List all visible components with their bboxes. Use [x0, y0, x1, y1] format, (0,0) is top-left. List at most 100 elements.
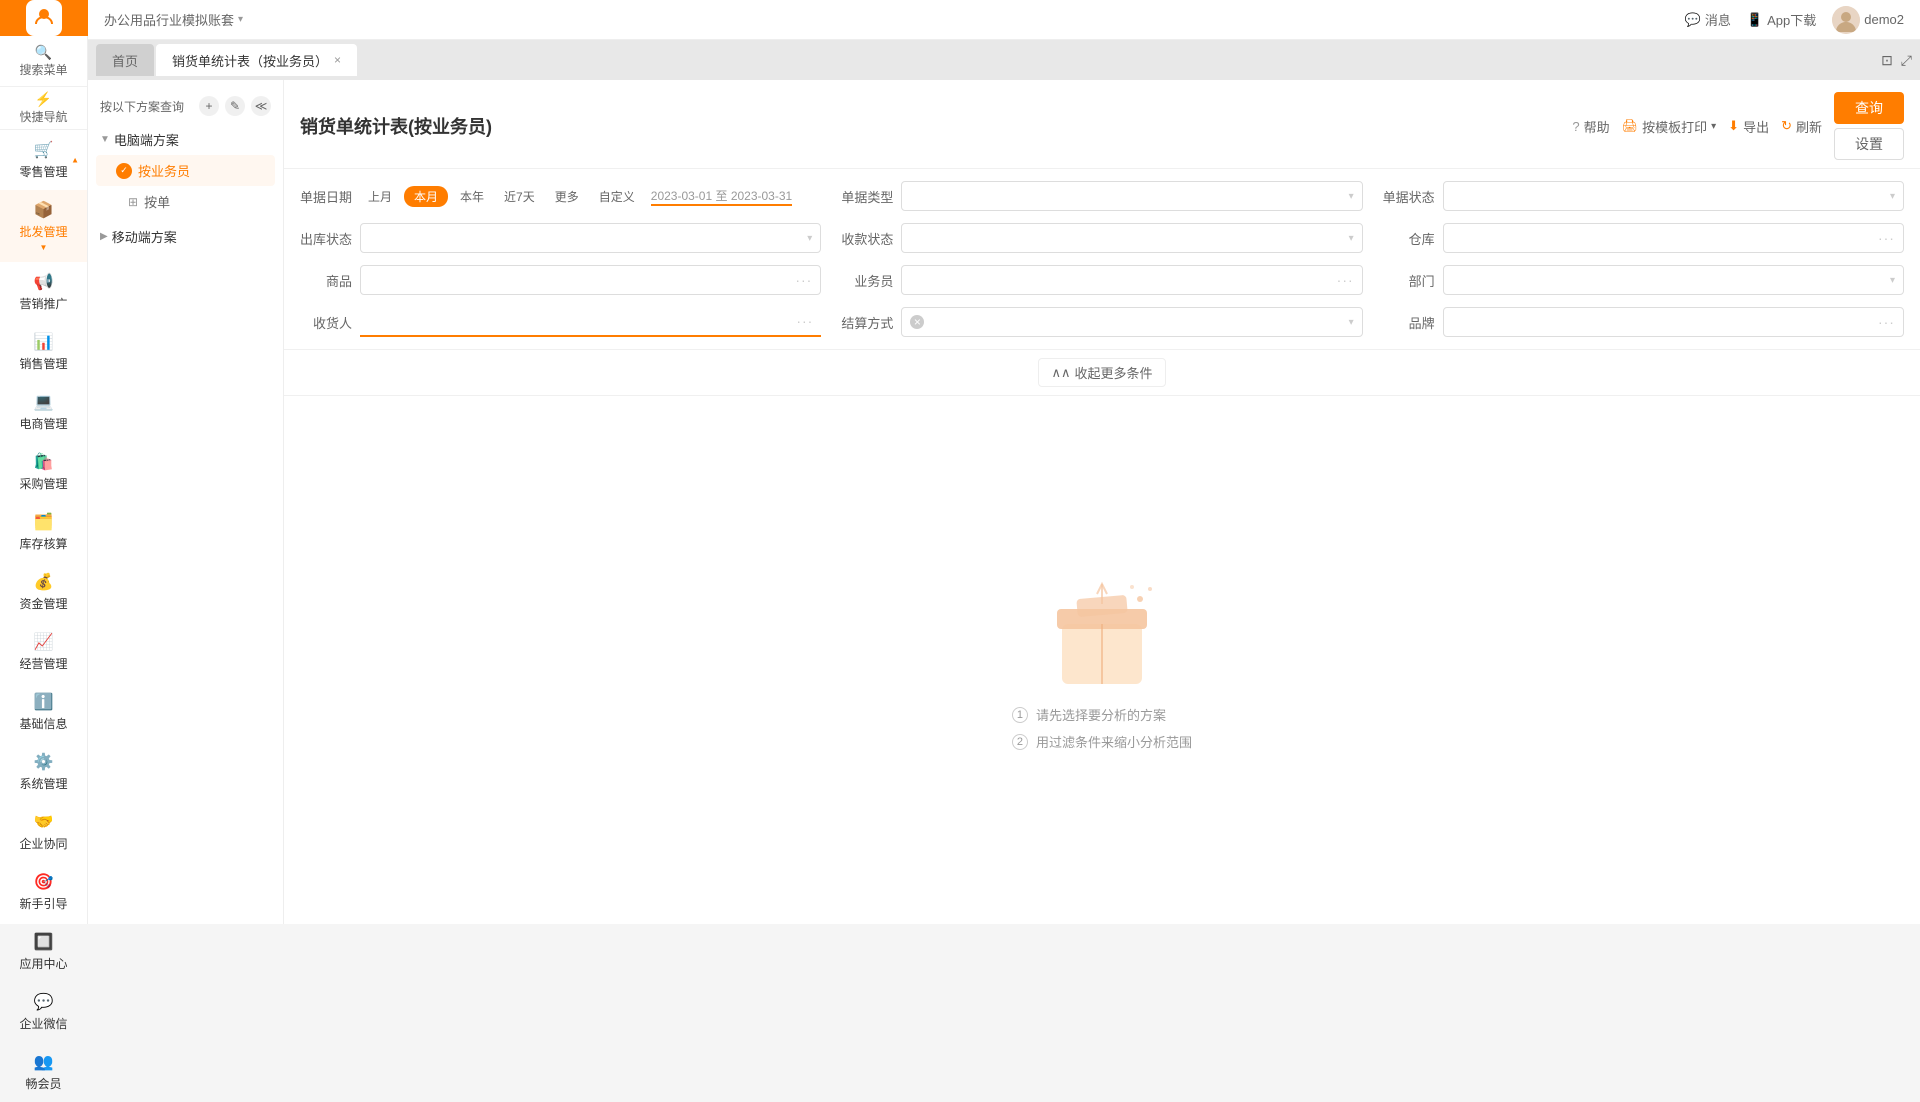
salesperson-selector[interactable]: ··· — [901, 265, 1362, 295]
tab-expand-icon[interactable]: ⤢ — [1901, 52, 1912, 69]
date-tab-thisyear[interactable]: 本年 — [452, 185, 492, 208]
sidebar-item-marketing[interactable]: 📢 营销推广 — [0, 262, 87, 322]
filter-brand: 品牌 ··· — [1383, 307, 1904, 337]
sidebar-item-wechat[interactable]: 💬 企业微信 — [0, 982, 87, 1042]
sidebar-item-collab[interactable]: 🤝 企业协同 — [0, 802, 87, 862]
collapse-button[interactable]: ∧∧ 收起更多条件 — [1038, 358, 1165, 387]
settle-clear-icon[interactable]: × — [910, 315, 924, 329]
company-selector[interactable]: 办公用品行业模拟账套 ▾ — [104, 10, 243, 29]
app-download-button[interactable]: 📱 App下载 — [1747, 10, 1816, 29]
sidebar-item-member[interactable]: 👥 畅会员 — [0, 1042, 87, 1102]
filter-row-1: 单据日期 上月 本月 本年 近7天 更多 自定义 2023-03-01 至 20… — [300, 181, 1904, 211]
filter-row-3: 商品 ··· 业务员 ··· — [300, 265, 1904, 295]
brand-more-icon: ··· — [1878, 314, 1895, 330]
collapse-icon: ▶ — [100, 231, 108, 242]
sidebar-item-ecommerce[interactable]: 💻 电商管理 — [0, 382, 87, 442]
empty-illustration — [1032, 569, 1172, 689]
goods-more-icon: ··· — [795, 272, 812, 288]
sidebar-item-system[interactable]: ⚙️ 系统管理 — [0, 742, 87, 802]
sidebar-item-retail[interactable]: 🛒 零售管理 — [0, 130, 87, 190]
sidebar-item-search[interactable]: 🔍 搜索菜单 — [0, 36, 87, 87]
right-content: 销货单统计表(按业务员) ? 帮助 🖨 按模板打印 ▾ ⬇ 导出 — [284, 80, 1920, 924]
active-dot: ✓ — [116, 163, 132, 179]
department-selector[interactable]: ▾ — [1443, 265, 1904, 295]
docstatus-arrow-icon: ▾ — [1890, 191, 1895, 202]
download-icon: 📱 — [1747, 12, 1763, 28]
brand-selector[interactable]: ··· — [1443, 307, 1904, 337]
receiver-input[interactable]: ··· — [360, 307, 821, 337]
sidebar-item-appcenter[interactable]: 🔲 应用中心 — [0, 922, 87, 982]
scheme-group-mobile-header[interactable]: ▶ 移动端方案 — [96, 221, 275, 252]
sidebar-item-quicknav[interactable]: ⚡ 快捷导航 — [0, 87, 87, 130]
settle-selector[interactable]: × ▾ — [901, 307, 1362, 337]
sidebar-item-inventory[interactable]: 🗂️ 库存核算 — [0, 502, 87, 562]
scheme-group-mobile: ▶ 移动端方案 — [88, 221, 283, 252]
member-icon: 👥 — [34, 1052, 54, 1072]
filter-department: 部门 ▾ — [1383, 265, 1904, 295]
query-button[interactable]: 查询 — [1834, 92, 1904, 124]
goods-selector[interactable]: ··· — [360, 265, 821, 295]
settings-button[interactable]: 设置 — [1834, 128, 1904, 160]
sidebar-item-operations[interactable]: 📈 经营管理 — [0, 622, 87, 682]
export-icon: ⬇ — [1728, 118, 1739, 134]
tab-sales-stat[interactable]: 销货单统计表（按业务员） × — [156, 44, 357, 76]
date-tabs: 上月 本月 本年 近7天 更多 自定义 — [360, 185, 643, 208]
edit-scheme-button[interactable]: ✎ — [225, 96, 245, 116]
wholesale-icon: 📦 — [34, 200, 54, 220]
system-icon: ⚙️ — [34, 752, 54, 772]
sidebar-item-finance[interactable]: 💰 资金管理 — [0, 562, 87, 622]
user-menu[interactable]: demo2 — [1832, 6, 1904, 34]
outstatus-selector[interactable]: ▾ — [360, 223, 821, 253]
collectstatus-selector[interactable]: ▾ — [901, 223, 1362, 253]
warehouse-selector[interactable]: ··· — [1443, 223, 1904, 253]
date-tab-lastmonth[interactable]: 上月 — [360, 185, 400, 208]
collapse-panel-button[interactable]: ≪ — [251, 96, 271, 116]
appcenter-icon: 🔲 — [34, 932, 54, 952]
doctype-selector[interactable]: ▾ — [901, 181, 1362, 211]
sidebar-item-sales[interactable]: 📊 销售管理 — [0, 322, 87, 382]
sidebar: 🔍 搜索菜单 ⚡ 快捷导航 🛒 零售管理 📦 批发管理 ▼ 📢 营销推广 📊 销… — [0, 0, 88, 924]
warehouse-more-icon: ··· — [1878, 230, 1895, 246]
outstatus-arrow-icon: ▾ — [807, 233, 812, 244]
sidebar-item-guide[interactable]: 🎯 新手引导 — [0, 862, 87, 922]
sidebar-item-purchase[interactable]: 🛍️ 采购管理 — [0, 442, 87, 502]
refresh-button[interactable]: ↻ 刷新 — [1781, 117, 1822, 136]
tab-restore-icon[interactable]: ⊡ — [1881, 52, 1893, 69]
message-button[interactable]: 💬 消息 — [1685, 10, 1731, 29]
empty-step-2: 2 用过滤条件来缩小分析范围 — [1012, 732, 1192, 751]
date-tab-thismonth[interactable]: 本月 — [404, 186, 448, 207]
finance-icon: 💰 — [34, 572, 54, 592]
scheme-item-order[interactable]: ⊞ 按单 — [96, 186, 275, 217]
template-print-button[interactable]: 🖨 按模板打印 ▾ — [1622, 117, 1717, 136]
collab-icon: 🤝 — [34, 812, 54, 832]
topbar-right: 💬 消息 📱 App下载 demo2 — [1685, 6, 1904, 34]
scheme-item-salesperson[interactable]: ✓ 按业务员 — [96, 155, 275, 186]
filter-collectstatus: 收款状态 ▾ — [841, 223, 1362, 253]
export-button[interactable]: ⬇ 导出 — [1728, 117, 1769, 136]
date-tab-more[interactable]: 更多 — [547, 185, 587, 208]
page-content: 按以下方案查询 + ✎ ≪ ▼ 电脑端方案 — [88, 80, 1920, 924]
help-button[interactable]: ? 帮助 — [1572, 117, 1609, 136]
date-tab-custom[interactable]: 自定义 — [591, 185, 643, 208]
retail-icon: 🛒 — [34, 140, 54, 160]
collapse-bar: ∧∧ 收起更多条件 — [284, 350, 1920, 396]
salesperson-more-icon: ··· — [1337, 272, 1354, 288]
tabbar-actions: ⊡ ⤢ — [1881, 52, 1912, 69]
filter-row-2: 出库状态 ▾ 收款状态 ▾ — [300, 223, 1904, 253]
basicinfo-icon: ℹ️ — [34, 692, 54, 712]
step-1-num: 1 — [1012, 707, 1028, 723]
logo-icon — [26, 0, 62, 36]
sidebar-item-wholesale[interactable]: 📦 批发管理 ▼ — [0, 190, 87, 262]
tab-close-icon[interactable]: × — [334, 53, 341, 67]
sidebar-item-basicinfo[interactable]: ℹ️ 基础信息 — [0, 682, 87, 742]
docstatus-selector[interactable]: ▾ — [1443, 181, 1904, 211]
expand-icon: ▼ — [100, 134, 110, 145]
filter-salesperson: 业务员 ··· — [841, 265, 1362, 295]
topbar-left: 办公用品行业模拟账套 ▾ — [104, 10, 243, 29]
page-title: 销货单统计表(按业务员) — [300, 113, 492, 139]
add-scheme-button[interactable]: + — [199, 96, 219, 116]
date-tab-7days[interactable]: 近7天 — [496, 185, 543, 208]
scheme-group-pc-header[interactable]: ▼ 电脑端方案 — [96, 124, 275, 155]
tab-home[interactable]: 首页 — [96, 44, 154, 76]
left-panel: 按以下方案查询 + ✎ ≪ ▼ 电脑端方案 — [88, 80, 284, 924]
